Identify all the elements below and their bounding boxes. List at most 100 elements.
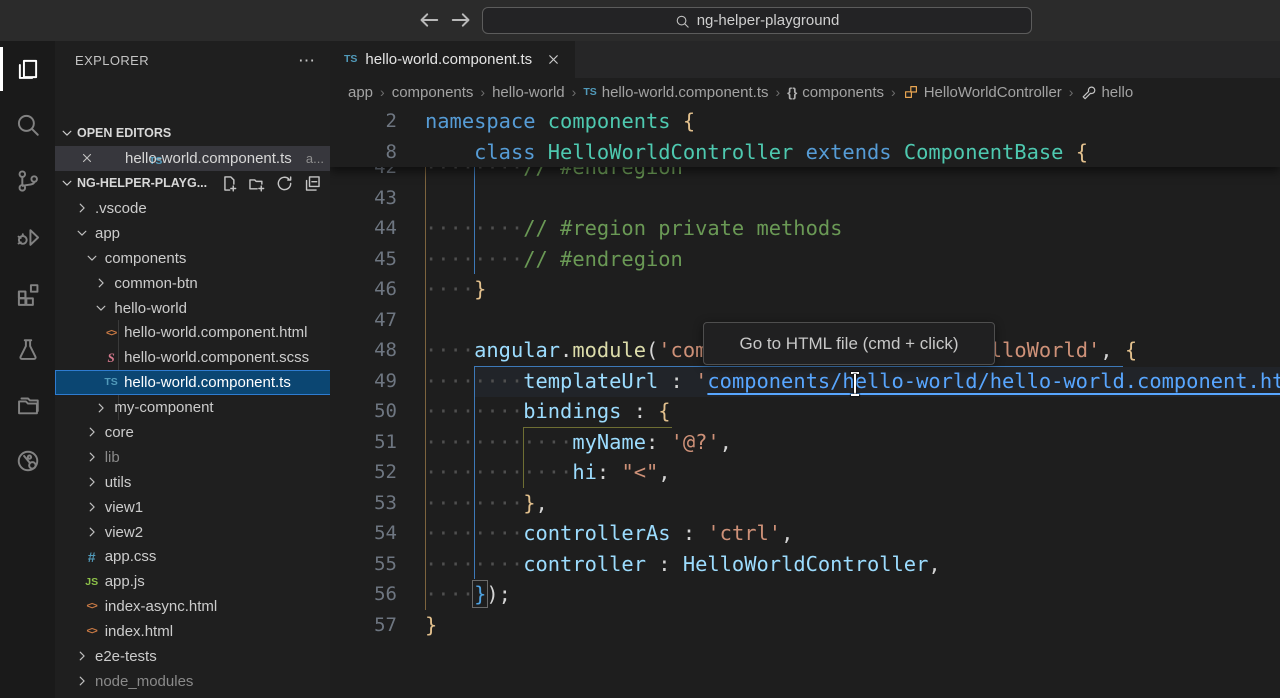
line-number-56[interactable]: 56 <box>330 579 397 610</box>
line-number-53[interactable]: 53 <box>330 488 397 519</box>
tree-item-view1[interactable]: view1 <box>55 495 358 520</box>
history-back-button[interactable] <box>417 8 441 32</box>
code-line-49[interactable]: 49········templateUrl : 'components/hell… <box>330 366 1280 397</box>
activity-bar-item-extensions[interactable] <box>0 265 55 321</box>
circle-graph-icon <box>15 448 41 474</box>
tree-item-lib[interactable]: lib <box>55 445 358 470</box>
sticky-line-2[interactable]: 2namespace components { <box>330 106 1280 137</box>
close-icon[interactable] <box>80 151 94 165</box>
tree-item-app[interactable]: app <box>55 221 348 246</box>
refresh-icon[interactable] <box>275 174 294 193</box>
history-forward-button[interactable] <box>449 8 473 32</box>
command-center-search[interactable]: ng-helper-playground <box>482 7 1032 34</box>
code-line-54[interactable]: 54········controllerAs : 'ctrl', <box>330 518 1280 549</box>
open-editors-section-header[interactable]: OPEN EDITORS <box>55 121 330 146</box>
open-editor-item[interactable]: TS hello-world.component.ts a... <box>55 146 330 171</box>
sticky-scroll[interactable]: 2namespace components {8 class HelloWorl… <box>330 106 1280 167</box>
tree-item-my-component[interactable]: my-component <box>55 395 367 420</box>
activity-bar-item-search[interactable] <box>0 97 55 153</box>
new-file-icon[interactable] <box>219 174 238 193</box>
breadcrumb-components[interactable]: components <box>392 84 474 101</box>
tree-item-components[interactable]: components <box>55 246 358 271</box>
line-number-8[interactable]: 8 <box>330 137 397 168</box>
activity-bar-item-source-control[interactable] <box>0 153 55 209</box>
breadcrumb-separator: › <box>891 84 896 100</box>
js-badge-green: JS <box>85 577 98 588</box>
activity-bar-item-folders[interactable] <box>0 377 55 433</box>
code-line-50[interactable]: 50········bindings : { <box>330 396 1280 427</box>
code-line-46[interactable]: 46····} <box>330 274 1280 305</box>
tree-item-hello-world[interactable]: hello-world <box>55 296 367 321</box>
tree-item--gitignore[interactable]: ◆.gitignore <box>55 694 348 698</box>
code-line-45[interactable]: 45········// #endregion <box>330 244 1280 275</box>
more-actions-icon[interactable]: ⋯ <box>298 51 316 71</box>
line-number-49[interactable]: 49 <box>330 366 397 397</box>
tree-item-e2e-tests[interactable]: e2e-tests <box>55 644 348 669</box>
tree-item-node-modules[interactable]: node_modules <box>55 669 348 694</box>
activity-bar-item-git-graph[interactable] <box>0 433 55 489</box>
line-number-43[interactable]: 43 <box>330 183 397 214</box>
tree-item-common-btn[interactable]: common-btn <box>55 271 367 296</box>
collapse-all-icon[interactable] <box>303 174 322 193</box>
tree-item-label: utils <box>105 474 132 491</box>
close-icon[interactable] <box>546 52 561 67</box>
chevron-right <box>94 401 108 415</box>
breadcrumb-helloworldcontroller[interactable]: HelloWorldController <box>903 84 1062 101</box>
breadcrumb-components[interactable]: {}components <box>787 84 884 101</box>
code-line-44[interactable]: 44········// #region private methods <box>330 213 1280 244</box>
tree-item-view2[interactable]: view2 <box>55 520 358 545</box>
tree-item-hello-world-component-ts[interactable]: TShello-world.component.ts <box>55 370 377 395</box>
tab-hello-world-component-ts[interactable]: TS hello-world.component.ts <box>330 41 575 78</box>
new-folder-icon[interactable] <box>247 174 266 193</box>
line-number-52[interactable]: 52 <box>330 457 397 488</box>
code-line-52[interactable]: 52············hi: "<", <box>330 457 1280 488</box>
tree-item-app-css[interactable]: #app.css <box>55 544 358 569</box>
file-tree: .vscodeappcomponentscommon-btnhello-worl… <box>55 196 330 698</box>
line-number-46[interactable]: 46 <box>330 274 397 305</box>
breadcrumb-separator: › <box>380 84 385 100</box>
code-line-55[interactable]: 55········controller : HelloWorldControl… <box>330 549 1280 580</box>
tree-item-core[interactable]: core <box>55 420 358 445</box>
code-line-43[interactable]: 43 <box>330 183 1280 214</box>
line-number-55[interactable]: 55 <box>330 549 397 580</box>
code-line-51[interactable]: 51············myName: '@?', <box>330 427 1280 458</box>
html-badge: <> <box>87 626 97 637</box>
code-editor[interactable]: 42········// #endregion4344········// #r… <box>330 106 1280 698</box>
breadcrumb-hello-world[interactable]: hello-world <box>492 84 565 101</box>
chevron-right <box>85 500 99 514</box>
tree-item-app-js[interactable]: JSapp.js <box>55 569 358 594</box>
tree-item-utils[interactable]: utils <box>55 470 358 495</box>
tree-item-hello-world-component-html[interactable]: <>hello-world.component.html <box>55 320 377 345</box>
line-number-47[interactable]: 47 <box>330 305 397 336</box>
line-number-57[interactable]: 57 <box>330 610 397 641</box>
sticky-line-8[interactable]: 8 class HelloWorldController extends Com… <box>330 137 1280 168</box>
code-line-57[interactable]: 57} <box>330 610 1280 641</box>
template-url-link[interactable]: components/hello-world/hello-world.compo… <box>707 369 1280 393</box>
tree-item-index-async-html[interactable]: <>index-async.html <box>55 594 358 619</box>
line-number-2[interactable]: 2 <box>330 106 397 137</box>
breadcrumb-separator: › <box>1069 84 1074 100</box>
tree-item-hello-world-component-scss[interactable]: Shello-world.component.scss <box>55 345 377 370</box>
line-number-50[interactable]: 50 <box>330 396 397 427</box>
tree-item--vscode[interactable]: .vscode <box>55 196 348 221</box>
code-line-56[interactable]: 56····}); <box>330 579 1280 610</box>
breadcrumb-hello-world-component-ts[interactable]: TShello-world.component.ts <box>583 84 768 101</box>
editor-group: TS hello-world.component.ts app › componen… <box>330 41 1280 698</box>
project-section-header[interactable]: NG-HELPER-PLAYG... <box>55 171 330 196</box>
line-number-48[interactable]: 48 <box>330 335 397 366</box>
chevron-right <box>75 649 89 663</box>
chevron-right <box>85 450 99 464</box>
line-number-44[interactable]: 44 <box>330 213 397 244</box>
breadcrumb-hello[interactable]: hello <box>1080 84 1133 101</box>
braces-badge: {} <box>787 86 797 99</box>
line-number-54[interactable]: 54 <box>330 518 397 549</box>
ts-badge: TS <box>344 54 357 65</box>
breadcrumb-app[interactable]: app <box>348 84 373 101</box>
line-number-51[interactable]: 51 <box>330 427 397 458</box>
activity-bar-item-testing[interactable] <box>0 321 55 377</box>
activity-bar-item-explorer[interactable] <box>0 41 55 97</box>
activity-bar-item-run-debug[interactable] <box>0 209 55 265</box>
tree-item-index-html[interactable]: <>index.html <box>55 619 358 644</box>
line-number-45[interactable]: 45 <box>330 244 397 275</box>
code-line-53[interactable]: 53········}, <box>330 488 1280 519</box>
